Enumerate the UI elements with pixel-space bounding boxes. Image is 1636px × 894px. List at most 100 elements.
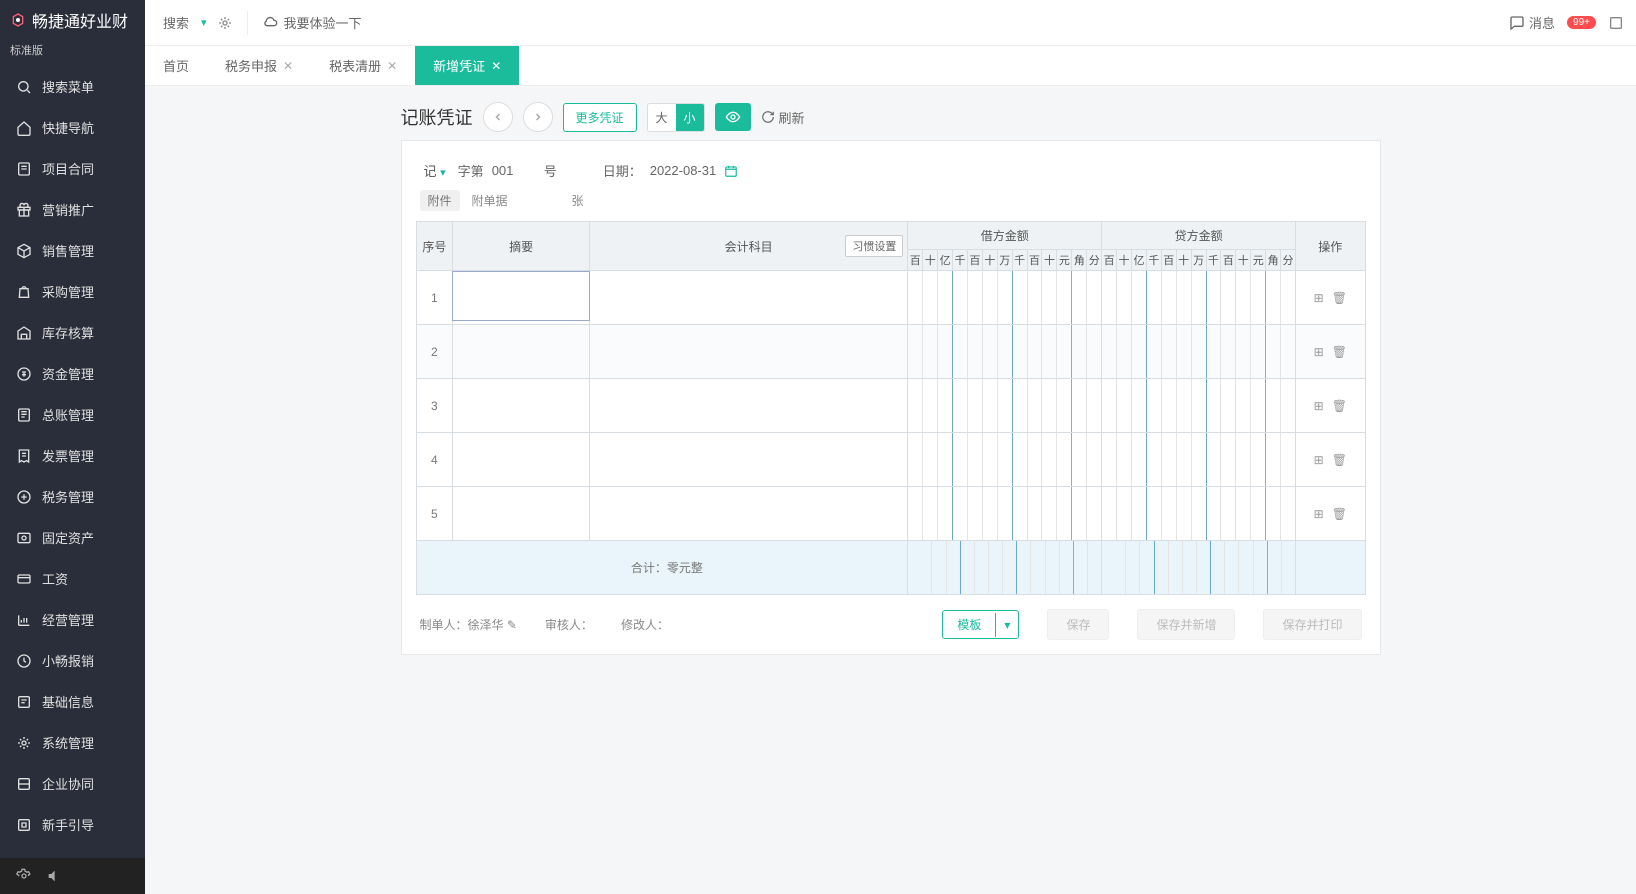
digit-header: 十 [982,250,997,271]
add-row-icon[interactable]: ⊞ [1314,399,1324,413]
credit-cell[interactable] [1102,379,1296,433]
delete-row-icon[interactable]: 🗑 [1332,399,1347,413]
nav-operation[interactable]: 经营管理 [0,599,145,640]
add-row-icon[interactable]: ⊞ [1314,453,1324,467]
close-icon[interactable]: ✕ [283,59,293,73]
summary-cell[interactable] [453,487,590,541]
add-row-icon[interactable]: ⊞ [1314,291,1324,305]
row-seq: 5 [416,487,453,541]
credit-cell[interactable] [1102,325,1296,379]
add-row-icon[interactable]: ⊞ [1314,507,1324,521]
close-icon[interactable]: ✕ [491,59,501,73]
debit-cell[interactable] [908,433,1102,487]
nav-system[interactable]: 系统管理 [0,722,145,763]
preview-button[interactable] [715,103,751,131]
debit-cell[interactable] [908,487,1102,541]
search-dropdown[interactable]: 搜索 ▾ [157,9,207,36]
size-small[interactable]: 小 [676,104,704,131]
nav-marketing[interactable]: 营销推广 [0,189,145,230]
add-row-icon[interactable]: ⊞ [1314,345,1324,359]
digit-header: 千 [1146,250,1161,271]
nav-search[interactable]: 搜索菜单 [0,66,145,107]
more-voucher-button[interactable]: 更多凭证 [563,103,637,132]
volume-icon[interactable] [46,868,62,884]
tab-home[interactable]: 首页 [145,46,207,85]
subject-cell[interactable] [589,433,907,487]
refresh-button[interactable]: 刷新 [761,108,805,127]
subject-cell[interactable] [589,487,907,541]
prev-button[interactable] [483,102,513,132]
tab-tax-list[interactable]: 税表清册✕ [311,46,415,85]
nav-label: 发票管理 [42,446,94,465]
settings-icon[interactable] [16,868,32,884]
summary-cell[interactable] [453,325,590,379]
voucher-type-select[interactable]: 记 ▾ [420,159,450,182]
size-big[interactable]: 大 [648,104,676,131]
expand-icon[interactable] [1608,15,1624,31]
nav-basic[interactable]: 基础信息 [0,681,145,722]
summary-input[interactable] [453,272,589,320]
subject-cell[interactable] [589,271,907,325]
habit-settings-button[interactable]: 习惯设置 [845,235,903,257]
total-credit [1102,541,1296,595]
nav-label: 税务管理 [42,487,94,506]
nav-ledger[interactable]: 总账管理 [0,394,145,435]
debit-cell[interactable] [908,325,1102,379]
nav-project[interactable]: 项目合同 [0,148,145,189]
modifier-label: 修改人： [621,616,669,633]
digit-header: 百 [1027,250,1042,271]
tab-new-voucher[interactable]: 新增凭证✕ [415,46,519,85]
delete-row-icon[interactable]: 🗑 [1332,291,1347,305]
nav-inventory[interactable]: 库存核算 [0,312,145,353]
summary-cell[interactable] [453,433,590,487]
credit-cell[interactable] [1102,271,1296,325]
debit-cell[interactable] [908,271,1102,325]
summary-cell[interactable] [453,379,590,433]
table-row: 2⊞🗑 [416,325,1365,379]
delete-row-icon[interactable]: 🗑 [1332,507,1347,521]
message-button[interactable]: 消息 [1509,13,1555,32]
save-new-button[interactable]: 保存并新增 [1137,609,1235,640]
nav-salary[interactable]: 工资 [0,558,145,599]
debit-cell[interactable] [908,379,1102,433]
version-badge: 标准版 [0,40,145,66]
delete-row-icon[interactable]: 🗑 [1332,453,1347,467]
search-icon [16,79,32,95]
row-seq: 4 [416,433,453,487]
experience-link[interactable]: 我要体验一下 [262,13,362,32]
subject-cell[interactable] [589,379,907,433]
credit-cell[interactable] [1102,487,1296,541]
close-icon[interactable]: ✕ [387,59,397,73]
nav-tax[interactable]: 税务管理 [0,476,145,517]
content: 记账凭证 更多凭证 大 小 刷新 记 ▾ [145,86,1636,894]
nav-quick[interactable]: 快捷导航 [0,107,145,148]
nav-sales[interactable]: 销售管理 [0,230,145,271]
next-button[interactable] [523,102,553,132]
digit-header: 亿 [938,250,953,271]
attach-label: 附单据 [472,192,508,209]
nav-asset[interactable]: 固定资产 [0,517,145,558]
voucher-number-input[interactable] [492,163,536,179]
delete-row-icon[interactable]: 🗑 [1332,345,1347,359]
nav-invoice[interactable]: 发票管理 [0,435,145,476]
subject-cell[interactable] [589,325,907,379]
save-button[interactable]: 保存 [1047,609,1109,640]
nav-purchase[interactable]: 采购管理 [0,271,145,312]
credit-cell[interactable] [1102,433,1296,487]
nav-expense[interactable]: 小畅报销 [0,640,145,681]
voucher-toolbar: 记账凭证 更多凭证 大 小 刷新 [401,102,1381,132]
total-label: 合计：零元整 [416,541,908,595]
date-value[interactable]: 2022-08-31 [650,163,717,178]
calendar-icon[interactable] [724,164,738,178]
save-print-button[interactable]: 保存并打印 [1263,609,1361,640]
template-button[interactable]: 模板 ▾ [942,610,1019,639]
attachment-button[interactable]: 附件 [420,190,460,211]
nav-fund[interactable]: 资金管理 [0,353,145,394]
gear-icon[interactable] [217,15,233,31]
th-credit: 贷方金额 [1102,222,1296,250]
nav-coop[interactable]: 企业协同 [0,763,145,804]
nav-guide[interactable]: 新手引导 [0,804,145,845]
tab-tax-report[interactable]: 税务申报✕ [207,46,311,85]
edit-icon[interactable]: ✎ [507,618,517,632]
summary-cell[interactable] [453,271,590,325]
